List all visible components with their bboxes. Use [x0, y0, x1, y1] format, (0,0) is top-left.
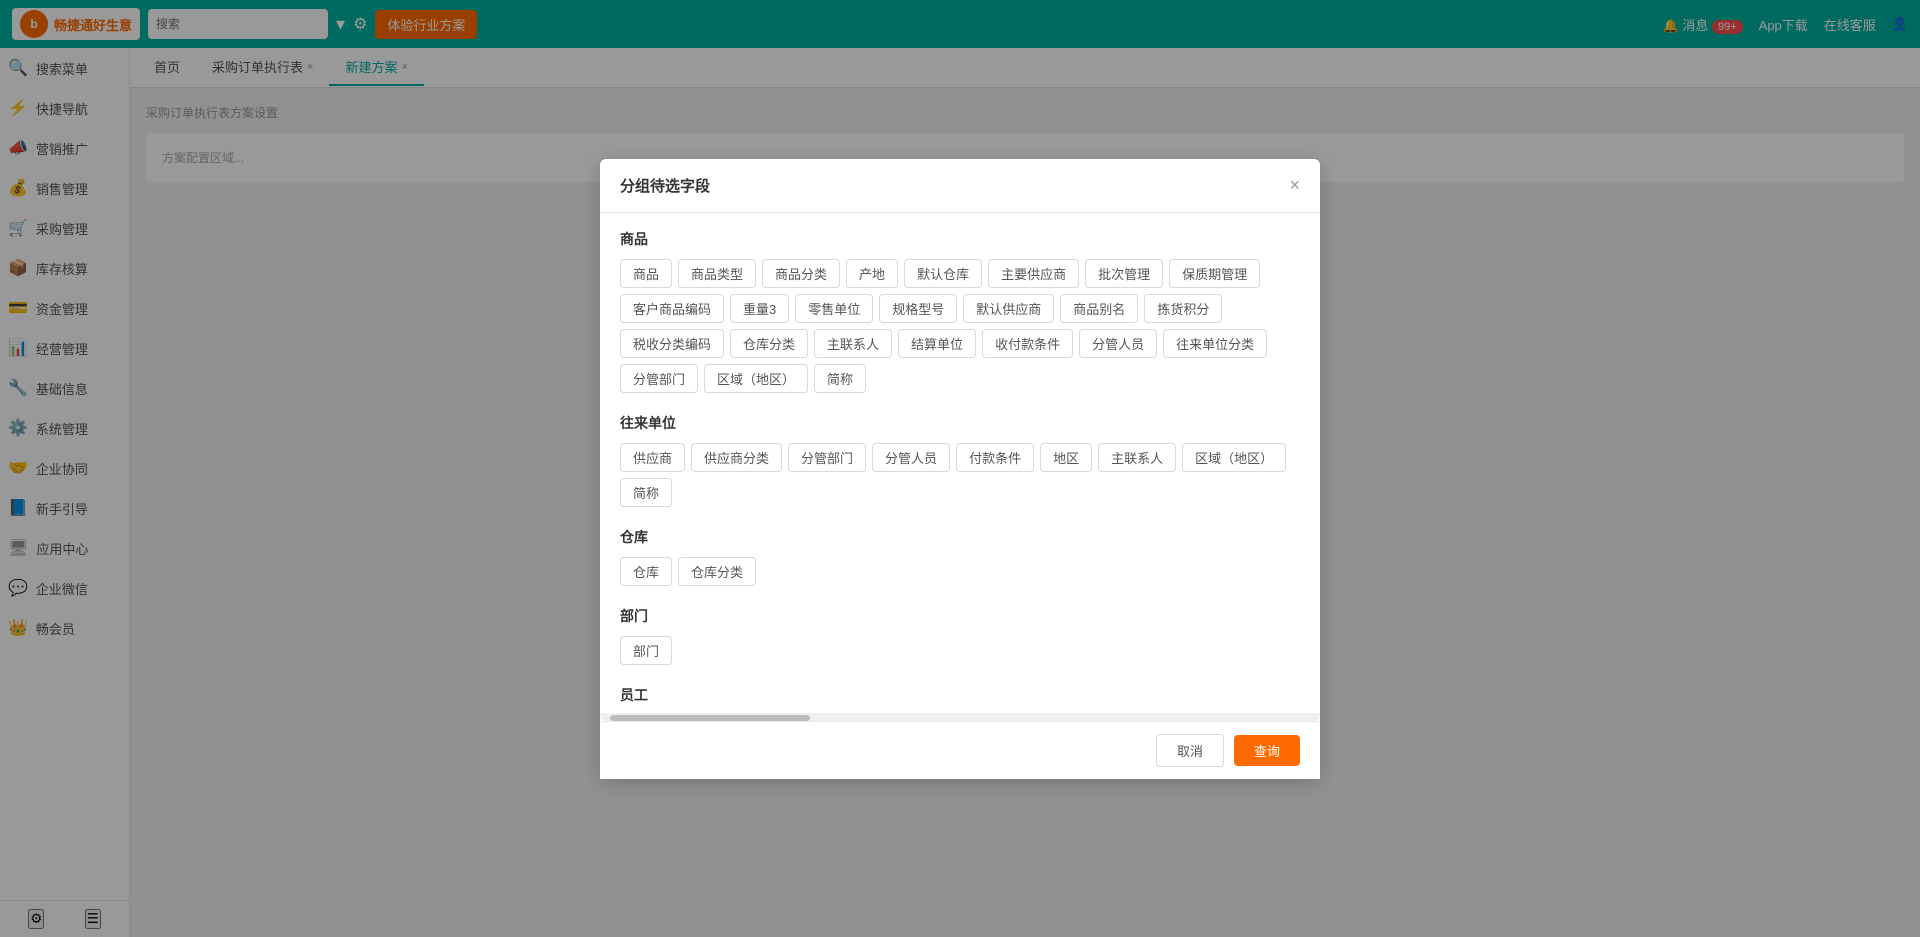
field-tag-goods-1[interactable]: 商品类型	[678, 259, 756, 288]
field-tag-goods-9[interactable]: 重量3	[730, 294, 789, 323]
section-partner: 往来单位供应商供应商分类分管部门分管人员付款条件地区主联系人区域（地区） 简称	[620, 413, 1300, 507]
field-tag-goods-21[interactable]: 往来单位分类	[1163, 329, 1267, 358]
scrollbar-thumb	[610, 715, 810, 720]
modal-horizontal-scrollbar	[600, 713, 1320, 720]
section-employee: 员工业务员	[620, 685, 1300, 714]
field-select-modal: 分组待选字段 × 商品商品商品类型商品分类产地默认仓库主要供应商批次管理保质期管…	[600, 159, 1320, 779]
modal-footer: 取消 查询	[600, 721, 1320, 779]
field-tag-goods-14[interactable]: 拣货积分	[1144, 294, 1222, 323]
field-tag-goods-5[interactable]: 主要供应商	[988, 259, 1079, 288]
modal-header: 分组待选字段 ×	[600, 159, 1320, 213]
field-tag-partner-0[interactable]: 供应商	[620, 443, 685, 472]
field-tag-goods-4[interactable]: 默认仓库	[904, 259, 982, 288]
field-tag-goods-20[interactable]: 分管人员	[1079, 329, 1157, 358]
section-title-employee: 员工	[620, 685, 1300, 705]
field-tag-goods-8[interactable]: 客户商品编码	[620, 294, 724, 323]
field-tag-goods-24[interactable]: 简称	[814, 364, 866, 393]
field-tag-partner-7[interactable]: 区域（地区）	[1182, 443, 1286, 472]
field-tag-partner-1[interactable]: 供应商分类	[691, 443, 782, 472]
confirm-button[interactable]: 查询	[1234, 735, 1300, 766]
field-tags-partner: 供应商供应商分类分管部门分管人员付款条件地区主联系人区域（地区） 简称	[620, 443, 1300, 507]
field-tag-partner-3[interactable]: 分管人员	[872, 443, 950, 472]
section-title-department: 部门	[620, 606, 1300, 626]
modal-close-button[interactable]: ×	[1289, 175, 1300, 196]
field-tag-warehouse-0[interactable]: 仓库	[620, 557, 672, 586]
field-tags-warehouse: 仓库仓库分类	[620, 557, 1300, 586]
field-tag-goods-6[interactable]: 批次管理	[1085, 259, 1163, 288]
modal-overlay: 分组待选字段 × 商品商品商品类型商品分类产地默认仓库主要供应商批次管理保质期管…	[0, 0, 1920, 937]
modal-title: 分组待选字段	[620, 175, 710, 196]
field-tags-goods: 商品商品类型商品分类产地默认仓库主要供应商批次管理保质期管理客户商品编码重量3零…	[620, 259, 1300, 393]
field-tag-goods-10[interactable]: 零售单位	[795, 294, 873, 323]
field-tag-partner-2[interactable]: 分管部门	[788, 443, 866, 472]
field-tag-partner-5[interactable]: 地区	[1040, 443, 1092, 472]
field-tag-goods-17[interactable]: 主联系人	[814, 329, 892, 358]
field-tag-goods-22[interactable]: 分管部门	[620, 364, 698, 393]
field-tag-warehouse-1[interactable]: 仓库分类	[678, 557, 756, 586]
field-tag-goods-11[interactable]: 规格型号	[879, 294, 957, 323]
field-tag-department-0[interactable]: 部门	[620, 636, 672, 665]
field-tag-goods-15[interactable]: 税收分类编码	[620, 329, 724, 358]
field-tag-partner-6[interactable]: 主联系人	[1098, 443, 1176, 472]
section-title-warehouse: 仓库	[620, 527, 1300, 547]
field-tag-goods-2[interactable]: 商品分类	[762, 259, 840, 288]
section-title-goods: 商品	[620, 229, 1300, 249]
field-tag-goods-18[interactable]: 结算单位	[898, 329, 976, 358]
modal-body[interactable]: 商品商品商品类型商品分类产地默认仓库主要供应商批次管理保质期管理客户商品编码重量…	[600, 213, 1320, 714]
section-warehouse: 仓库仓库仓库分类	[620, 527, 1300, 586]
cancel-button[interactable]: 取消	[1156, 734, 1224, 767]
field-tag-goods-7[interactable]: 保质期管理	[1169, 259, 1260, 288]
field-tag-goods-13[interactable]: 商品别名	[1060, 294, 1138, 323]
field-tag-goods-0[interactable]: 商品	[620, 259, 672, 288]
field-tag-goods-16[interactable]: 仓库分类	[730, 329, 808, 358]
section-goods: 商品商品商品类型商品分类产地默认仓库主要供应商批次管理保质期管理客户商品编码重量…	[620, 229, 1300, 393]
field-tags-department: 部门	[620, 636, 1300, 665]
field-tag-goods-19[interactable]: 收付款条件	[982, 329, 1073, 358]
field-tag-partner-4[interactable]: 付款条件	[956, 443, 1034, 472]
field-tag-goods-3[interactable]: 产地	[846, 259, 898, 288]
field-tag-goods-23[interactable]: 区域（地区）	[704, 364, 808, 393]
section-department: 部门部门	[620, 606, 1300, 665]
field-tag-goods-12[interactable]: 默认供应商	[963, 294, 1054, 323]
section-title-partner: 往来单位	[620, 413, 1300, 433]
field-tag-partner-8[interactable]: 简称	[620, 478, 672, 507]
